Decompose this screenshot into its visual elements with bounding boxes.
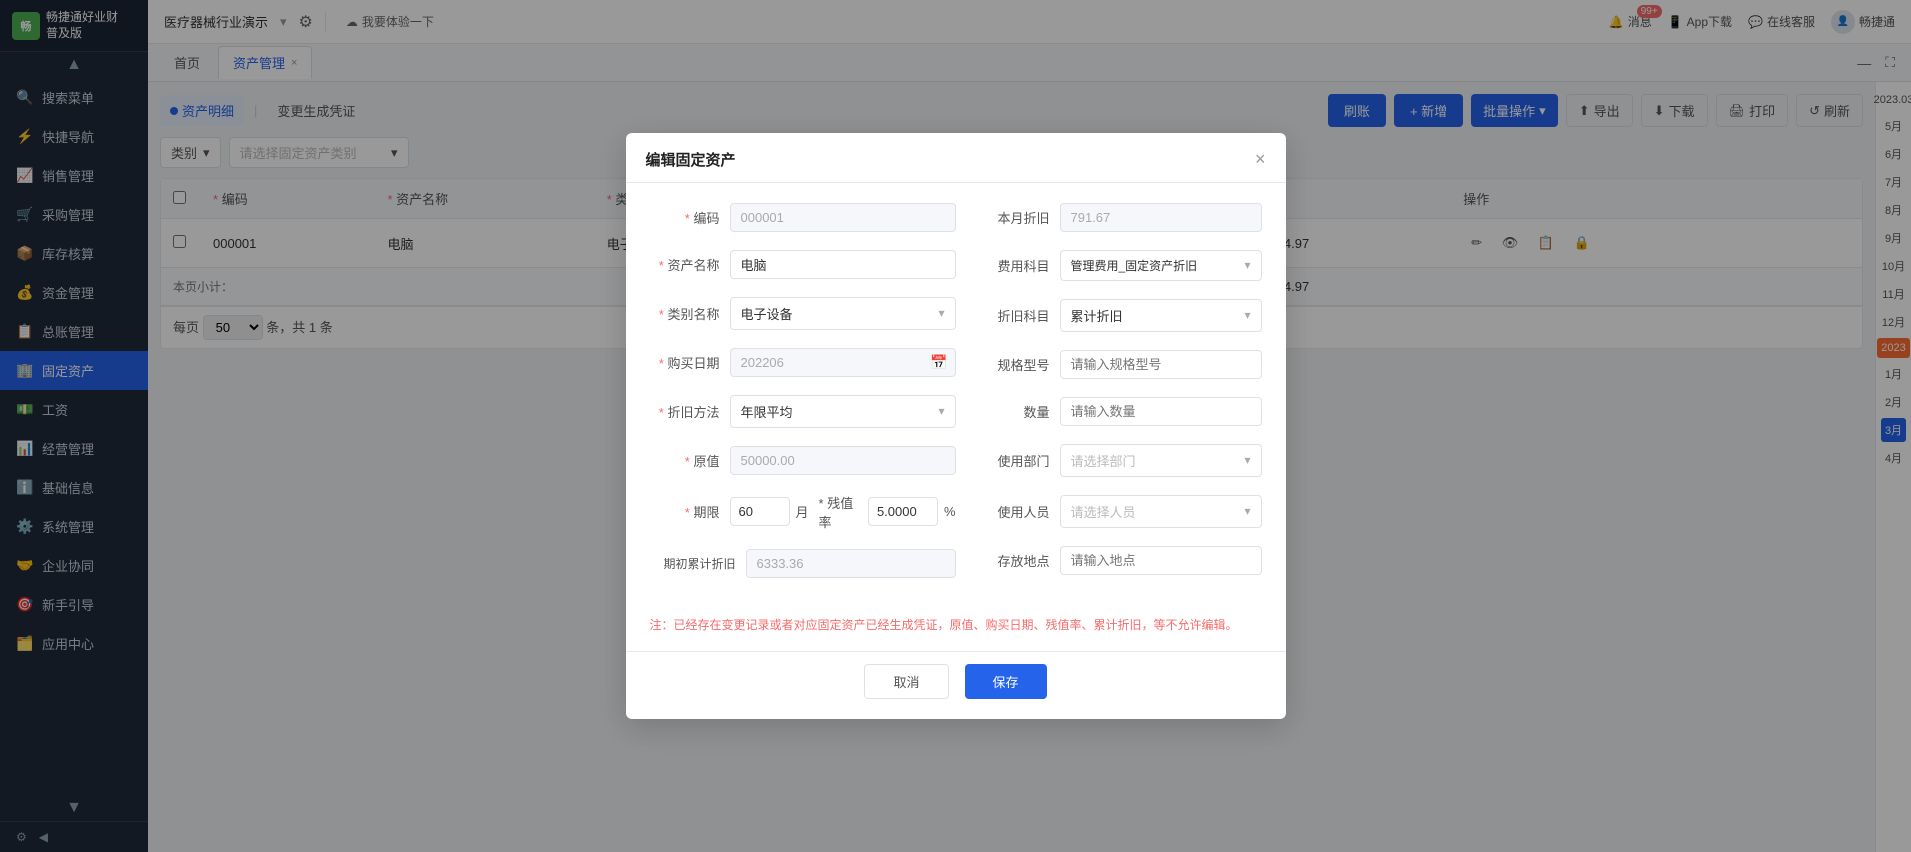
form-row-category: * 类别名称 电子设备 ▾ [650,297,956,330]
form-row-code: * 编码 [650,203,956,232]
dept-select[interactable]: 请选择部门 ▾ [1060,444,1262,477]
monthly-dep-input[interactable] [1060,203,1262,232]
location-input[interactable] [1060,546,1262,575]
cancel-button[interactable]: 取消 [864,664,948,699]
form-row-initial-acc: 期初累计折旧 [650,549,956,578]
asset-name-input[interactable] [730,250,956,279]
expense-subject-label: 费用科目 [980,256,1060,275]
user-select[interactable]: 请选择人员 ▾ [1060,495,1262,528]
asset-name-label: * 资产名称 [650,255,730,274]
purchase-date-wrap: 📅 [730,348,956,377]
edit-asset-dialog: 编辑固定资产 × * 编码 [626,133,1286,719]
purchase-date-label: * 购买日期 [650,353,730,372]
quantity-label: 数量 [980,402,1060,421]
form-row-expense-subject: 费用科目 管理费用_固定资产折旧 ▾ [980,250,1262,281]
form-row-user: 使用人员 请选择人员 ▾ [980,495,1262,528]
form-row-depreciation-method: * 折旧方法 年限平均 ▾ [650,395,956,428]
original-value-input[interactable] [730,446,956,475]
chevron-down-icon: ▾ [1244,258,1250,272]
form-row-dept: 使用部门 请选择部门 ▾ [980,444,1262,477]
code-input[interactable] [730,203,956,232]
term-label: * 期限 [650,502,730,521]
form-row-original-value: * 原值 [650,446,956,475]
save-button[interactable]: 保存 [965,664,1047,699]
form-row-spec: 规格型号 [980,350,1262,379]
monthly-dep-label: 本月折旧 [980,208,1060,227]
residual-rate-input[interactable] [868,497,938,526]
chevron-down-icon: ▾ [1244,308,1250,322]
user-label: 使用人员 [980,502,1060,521]
spec-input[interactable] [1060,350,1262,379]
quantity-input[interactable] [1060,397,1262,426]
expense-subject-select[interactable]: 管理费用_固定资产折旧 ▾ [1060,250,1262,281]
residual-rate-label: * 残值率 [819,493,858,531]
depreciation-method-label: * 折旧方法 [650,402,730,421]
dialog-note: 注：已经存在变更记录或者对应固定资产已经生成凭证，原值、购买日期、残值率、累计折… [626,616,1286,651]
calendar-icon[interactable]: 📅 [930,354,947,371]
term-period-row: 月 * 残值率 % [730,493,956,531]
purchase-date-input[interactable] [730,348,956,377]
depreciation-method-select[interactable]: 年限平均 ▾ [730,395,956,428]
form-row-purchase-date: * 购买日期 📅 [650,348,956,377]
form-row-monthly-dep: 本月折旧 [980,203,1262,232]
initial-acc-label: 期初累计折旧 [650,555,746,572]
chevron-down-icon: ▾ [938,404,944,418]
form-row-location: 存放地点 [980,546,1262,575]
original-value-label: * 原值 [650,451,730,470]
form-right-column: 本月折旧 费用科目 管理费用_固定资产折旧 ▾ [956,203,1262,596]
dialog-close-button[interactable]: × [1255,149,1266,170]
dialog-overlay: 编辑固定资产 × * 编码 [0,0,1911,852]
form-row-quantity: 数量 [980,397,1262,426]
dialog-header: 编辑固定资产 × [626,133,1286,183]
category-label: * 类别名称 [650,304,730,323]
dep-subject-label: 折旧科目 [980,306,1060,325]
form-row-term: * 期限 月 * 残值率 % [650,493,956,531]
location-label: 存放地点 [980,551,1060,570]
code-label: * 编码 [650,208,730,227]
dialog-title: 编辑固定资产 [646,149,736,170]
dep-subject-select[interactable]: 累计折旧 ▾ [1060,299,1262,332]
form-row-asset-name: * 资产名称 [650,250,956,279]
chevron-down-icon: ▾ [938,306,944,320]
chevron-down-icon: ▾ [1244,504,1250,518]
form-row-dep-subject: 折旧科目 累计折旧 ▾ [980,299,1262,332]
spec-label: 规格型号 [980,355,1060,374]
dialog-body: * 编码 * 资产名称 [626,183,1286,616]
form-grid: * 编码 * 资产名称 [650,203,1262,596]
term-input[interactable] [730,497,790,526]
dept-label: 使用部门 [980,451,1060,470]
category-select[interactable]: 电子设备 ▾ [730,297,956,330]
initial-acc-input[interactable] [746,549,956,578]
chevron-down-icon: ▾ [1244,453,1250,467]
form-left-column: * 编码 * 资产名称 [650,203,956,596]
dialog-footer: 取消 保存 [626,651,1286,719]
